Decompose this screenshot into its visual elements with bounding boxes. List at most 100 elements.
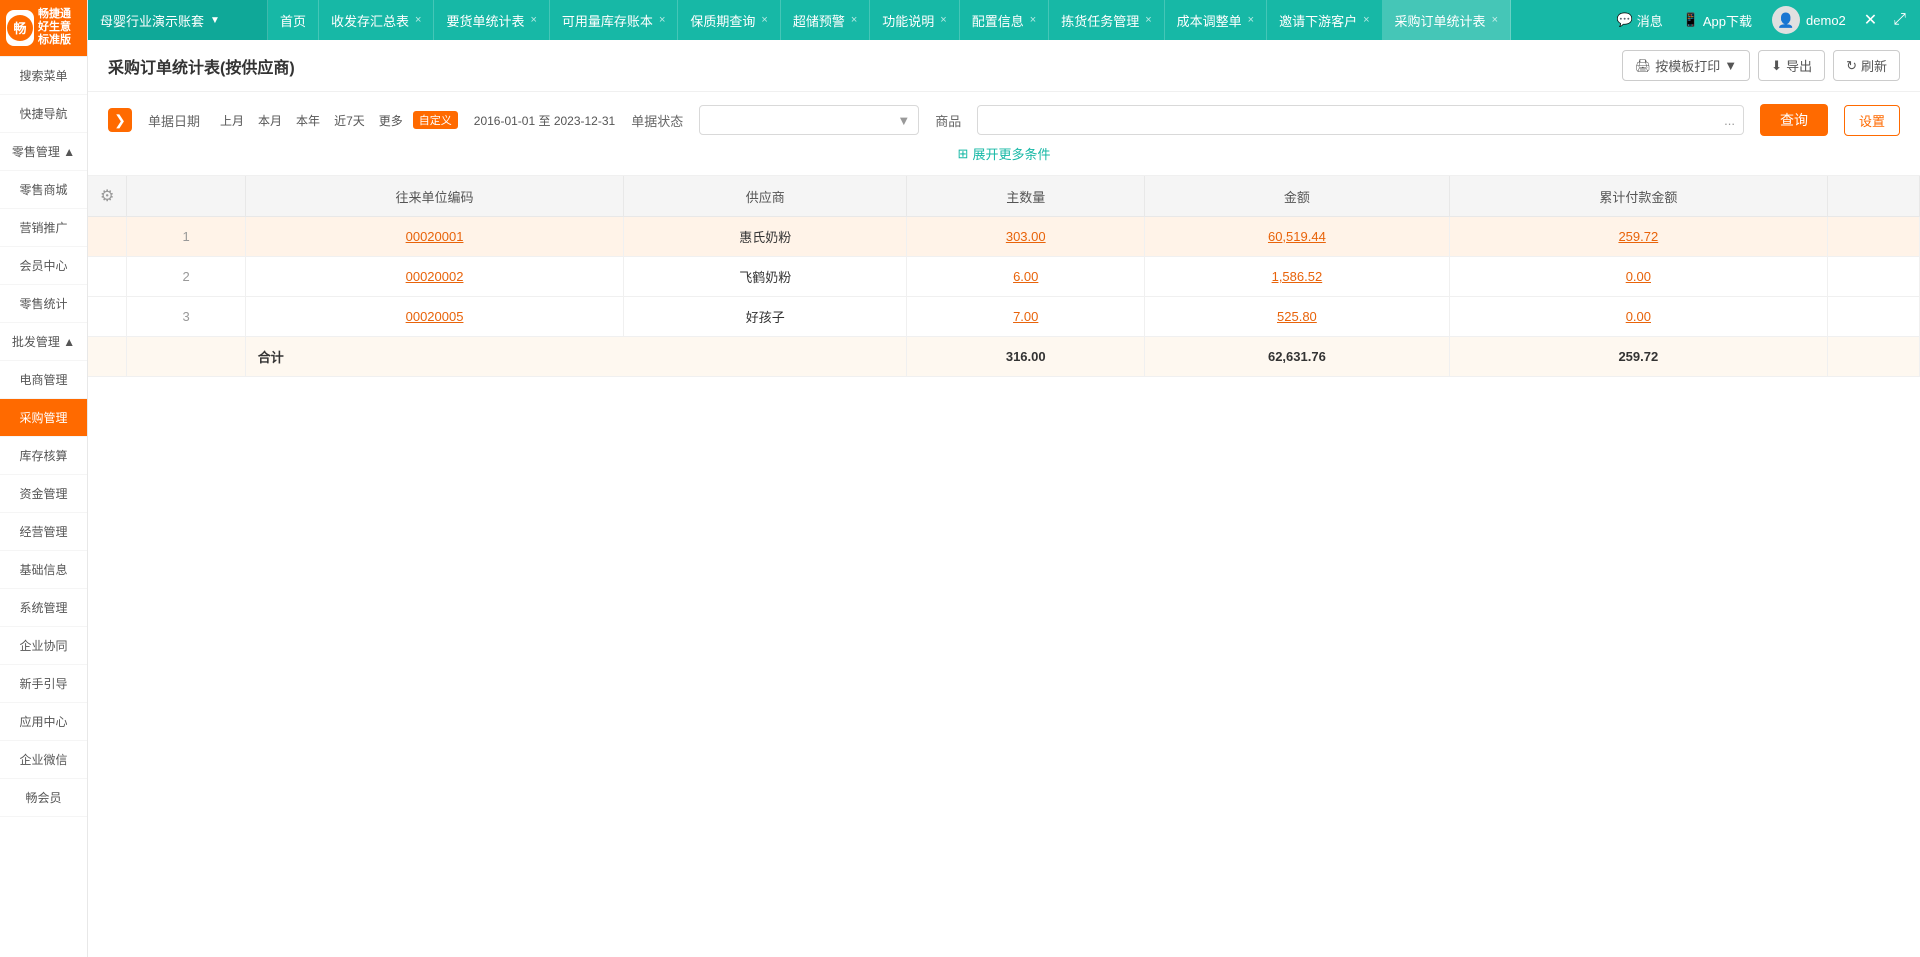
expand-row: ⊞ 展开更多条件 bbox=[108, 144, 1900, 163]
shortcut-more[interactable]: 更多 bbox=[375, 110, 407, 131]
app-download-btn[interactable]: 📱 App下载 bbox=[1675, 11, 1760, 30]
query-button[interactable]: 查询 bbox=[1760, 104, 1828, 136]
sidebar-item-vip[interactable]: 畅会员 bbox=[0, 779, 87, 817]
row2-supplier: 飞鹤奶粉 bbox=[624, 257, 907, 297]
row1-qty[interactable]: 303.00 bbox=[907, 217, 1145, 257]
restore-window-btn[interactable]: ⤢ bbox=[1887, 7, 1912, 33]
sidebar-item-members[interactable]: 会员中心 bbox=[0, 247, 87, 285]
sidebar-item-search[interactable]: 搜索菜单 bbox=[0, 56, 87, 95]
row1-settings bbox=[88, 217, 127, 257]
sidebar-item-wholesale[interactable]: 批发管理 ▲ bbox=[0, 323, 87, 361]
row1-extra bbox=[1828, 217, 1920, 257]
close-func-desc-tab[interactable]: × bbox=[940, 14, 946, 26]
nav-right-actions: 💬 消息 📱 App下载 👤 demo2 ✕ ⤢ bbox=[1609, 6, 1920, 34]
sidebar-item-quicknav[interactable]: 快捷导航 bbox=[0, 95, 87, 133]
tab-func-desc[interactable]: 功能说明 × bbox=[870, 0, 959, 40]
tab-goods-stat[interactable]: 要货单统计表 × bbox=[434, 0, 549, 40]
settings-button[interactable]: 设置 bbox=[1844, 105, 1900, 136]
row2-code[interactable]: 00020002 bbox=[245, 257, 624, 297]
tab-config[interactable]: 配置信息 × bbox=[960, 0, 1049, 40]
row3-index: 3 bbox=[127, 297, 245, 337]
tab-invite[interactable]: 邀请下游客户 × bbox=[1267, 0, 1382, 40]
tab-collect[interactable]: 收发存汇总表 × bbox=[319, 0, 434, 40]
goods-input[interactable]: ... bbox=[977, 105, 1744, 135]
close-expiry-tab[interactable]: × bbox=[761, 14, 767, 26]
sidebar-item-appcenter[interactable]: 应用中心 bbox=[0, 703, 87, 741]
close-config-tab[interactable]: × bbox=[1030, 14, 1036, 26]
refresh-icon: ↻ bbox=[1846, 58, 1857, 74]
tab-available-stock[interactable]: 可用量库存账本 × bbox=[550, 0, 678, 40]
row2-qty[interactable]: 6.00 bbox=[907, 257, 1145, 297]
sidebar-item-retailstat[interactable]: 零售统计 bbox=[0, 285, 87, 323]
row2-paid[interactable]: 0.00 bbox=[1449, 257, 1828, 297]
footer-label: 合计 bbox=[245, 337, 906, 377]
page-header: 采购订单统计表(按供应商) 🖨 按模板打印 ▼ ⬇ 导出 ↻ 刷新 bbox=[88, 40, 1920, 92]
print-button[interactable]: 🖨 按模板打印 ▼ bbox=[1622, 50, 1750, 81]
sidebar-item-newbie[interactable]: 新手引导 bbox=[0, 665, 87, 703]
tab-home[interactable]: 首页 bbox=[268, 0, 319, 40]
custom-date-badge[interactable]: 自定义 bbox=[413, 111, 458, 129]
close-shelving-tab[interactable]: × bbox=[1145, 14, 1151, 26]
row3-paid[interactable]: 0.00 bbox=[1449, 297, 1828, 337]
shortcut-7days[interactable]: 近7天 bbox=[330, 110, 369, 131]
export-button[interactable]: ⬇ 导出 bbox=[1758, 50, 1825, 81]
row3-amount[interactable]: 525.80 bbox=[1145, 297, 1449, 337]
col-settings: ⚙ bbox=[88, 176, 127, 217]
row1-index: 1 bbox=[127, 217, 245, 257]
close-purchase-stat-tab[interactable]: × bbox=[1492, 14, 1498, 26]
close-available-stock-tab[interactable]: × bbox=[659, 14, 665, 26]
logo-icon: 畅 bbox=[6, 10, 34, 46]
tab-purchase-stat[interactable]: 采购订单统计表 × bbox=[1383, 0, 1511, 40]
sidebar-item-system[interactable]: 系统管理 bbox=[0, 589, 87, 627]
expand-conditions-btn[interactable]: ⊞ 展开更多条件 bbox=[958, 144, 1051, 163]
close-cost-adj-tab[interactable]: × bbox=[1248, 14, 1254, 26]
tab-overstock[interactable]: 超储预警 × bbox=[781, 0, 870, 40]
row2-amount[interactable]: 1,586.52 bbox=[1145, 257, 1449, 297]
refresh-button[interactable]: ↻ 刷新 bbox=[1833, 50, 1900, 81]
date-range-display: 2016-01-01 至 2023-12-31 bbox=[474, 112, 615, 129]
close-goods-stat-tab[interactable]: × bbox=[530, 14, 536, 26]
row3-code[interactable]: 00020005 bbox=[245, 297, 624, 337]
sidebar-item-basic[interactable]: 基础信息 bbox=[0, 551, 87, 589]
footer-amount: 62,631.76 bbox=[1145, 337, 1449, 377]
shortcut-last-month[interactable]: 上月 bbox=[216, 110, 248, 131]
filter-area: ❯ 单据日期 上月 本月 本年 近7天 更多 自定义 2016-01-01 至 … bbox=[88, 92, 1920, 176]
close-overstock-tab[interactable]: × bbox=[851, 14, 857, 26]
footer-extra bbox=[1828, 337, 1920, 377]
tab-shelving[interactable]: 拣货任务管理 × bbox=[1049, 0, 1164, 40]
sidebar-item-finance[interactable]: 资金管理 bbox=[0, 475, 87, 513]
store-selector[interactable]: 母婴行业演示账套 ▼ bbox=[88, 0, 268, 40]
sidebar-item-collab[interactable]: 企业协同 bbox=[0, 627, 87, 665]
sidebar-item-inventory[interactable]: 库存核算 bbox=[0, 437, 87, 475]
page-actions: 🖨 按模板打印 ▼ ⬇ 导出 ↻ 刷新 bbox=[1622, 50, 1900, 81]
goods-label: 商品 bbox=[935, 111, 961, 130]
sidebar-item-ecommerce[interactable]: 电商管理 bbox=[0, 361, 87, 399]
col-code: 往来单位编码 bbox=[245, 176, 624, 217]
filter-toggle-btn[interactable]: ❯ bbox=[108, 108, 132, 132]
sidebar-item-retailmall[interactable]: 零售商城 bbox=[0, 171, 87, 209]
messages-btn[interactable]: 💬 消息 bbox=[1609, 11, 1671, 30]
close-collect-tab[interactable]: × bbox=[415, 14, 421, 26]
sidebar-item-marketing[interactable]: 营销推广 bbox=[0, 209, 87, 247]
shortcut-this-month[interactable]: 本月 bbox=[254, 110, 286, 131]
page-title: 采购订单统计表(按供应商) bbox=[108, 54, 295, 78]
row2-extra bbox=[1828, 257, 1920, 297]
shortcut-this-year[interactable]: 本年 bbox=[292, 110, 324, 131]
tab-expiry[interactable]: 保质期查询 × bbox=[678, 0, 780, 40]
close-invite-tab[interactable]: × bbox=[1363, 14, 1369, 26]
close-window-btn[interactable]: ✕ bbox=[1858, 6, 1883, 34]
table-area: ⚙ 往来单位编码 供应商 主数量 金额 累计付款金额 bbox=[88, 176, 1920, 957]
row3-qty[interactable]: 7.00 bbox=[907, 297, 1145, 337]
sidebar-item-purchase[interactable]: 采购管理 bbox=[0, 399, 87, 437]
sidebar-item-ops[interactable]: 经营管理 bbox=[0, 513, 87, 551]
row1-code[interactable]: 00020001 bbox=[245, 217, 624, 257]
tab-cost-adj[interactable]: 成本调整单 × bbox=[1165, 0, 1267, 40]
row1-amount[interactable]: 60,519.44 bbox=[1145, 217, 1449, 257]
sidebar-item-corpwx[interactable]: 企业微信 bbox=[0, 741, 87, 779]
status-select[interactable]: ▼ bbox=[699, 105, 919, 135]
column-settings-icon[interactable]: ⚙ bbox=[100, 188, 114, 205]
status-label: 单据状态 bbox=[631, 111, 683, 130]
user-profile[interactable]: 👤 demo2 bbox=[1764, 6, 1854, 34]
sidebar-item-retail[interactable]: 零售管理 ▲ bbox=[0, 133, 87, 171]
row1-paid[interactable]: 259.72 bbox=[1449, 217, 1828, 257]
